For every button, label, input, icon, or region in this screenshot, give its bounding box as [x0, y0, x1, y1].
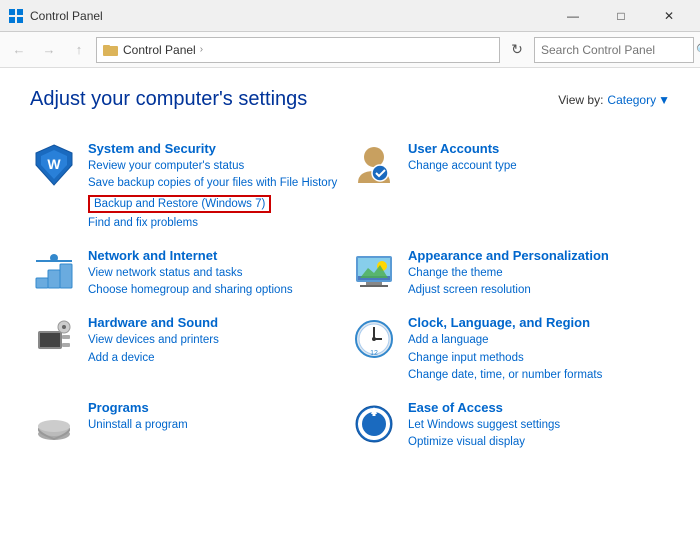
network-icon [30, 248, 78, 296]
backup-restore-link[interactable]: Backup and Restore (Windows 7) [88, 195, 271, 213]
category-clock: 12 Clock, Language, and Region Add a lan… [350, 309, 670, 394]
add-device-link[interactable]: Add a device [88, 350, 350, 367]
ease-access-title[interactable]: Ease of Access [408, 400, 670, 415]
path-segment: Control Panel [123, 43, 196, 57]
category-programs: Programs Uninstall a program [30, 394, 350, 462]
search-input[interactable] [541, 43, 696, 57]
appearance-content: Appearance and Personalization Change th… [408, 248, 670, 300]
ease-access-content: Ease of Access Let Windows suggest setti… [408, 400, 670, 452]
input-methods-link[interactable]: Change input methods [408, 350, 670, 367]
category-user-accounts: User Accounts Change account type [350, 135, 670, 242]
system-security-icon: W [30, 141, 78, 189]
clock-title[interactable]: Clock, Language, and Region [408, 315, 670, 330]
user-accounts-icon [350, 141, 398, 189]
category-hardware: Hardware and Sound View devices and prin… [30, 309, 350, 394]
clock-icon: 12 [350, 315, 398, 363]
file-history-link[interactable]: Save backup copies of your files with Fi… [88, 175, 350, 192]
change-theme-link[interactable]: Change the theme [408, 265, 670, 282]
viewby-value: Category [607, 93, 656, 107]
hardware-content: Hardware and Sound View devices and prin… [88, 315, 350, 367]
appearance-icon [350, 248, 398, 296]
svg-text:W: W [47, 156, 61, 172]
category-system-security: W System and Security Review your comput… [30, 135, 350, 242]
chevron-down-icon: ▼ [658, 93, 670, 107]
close-button[interactable]: ✕ [646, 0, 692, 32]
network-status-link[interactable]: View network status and tasks [88, 265, 350, 282]
page-header: Adjust your computer's settings View by:… [30, 88, 670, 111]
change-account-link[interactable]: Change account type [408, 158, 670, 175]
user-accounts-title[interactable]: User Accounts [408, 141, 670, 156]
homegroup-link[interactable]: Choose homegroup and sharing options [88, 282, 350, 299]
forward-button[interactable]: → [36, 37, 62, 63]
programs-content: Programs Uninstall a program [88, 400, 350, 434]
category-network: Network and Internet View network status… [30, 242, 350, 310]
search-box[interactable]: 🔍 [534, 37, 694, 63]
programs-title[interactable]: Programs [88, 400, 350, 415]
add-language-link[interactable]: Add a language [408, 332, 670, 349]
content-area: Adjust your computer's settings View by:… [0, 68, 700, 535]
network-content: Network and Internet View network status… [88, 248, 350, 300]
folder-icon [103, 42, 119, 58]
screen-resolution-link[interactable]: Adjust screen resolution [408, 282, 670, 299]
title-bar: Control Panel — □ ✕ [0, 0, 700, 32]
review-status-link[interactable]: Review your computer's status [88, 158, 350, 175]
maximize-button[interactable]: □ [598, 0, 644, 32]
categories-grid: W System and Security Review your comput… [30, 135, 670, 462]
refresh-button[interactable]: ↻ [504, 37, 530, 63]
uninstall-link[interactable]: Uninstall a program [88, 417, 350, 434]
back-button[interactable]: ← [6, 37, 32, 63]
windows-suggest-link[interactable]: Let Windows suggest settings [408, 417, 670, 434]
minimize-button[interactable]: — [550, 0, 596, 32]
window-controls: — □ ✕ [550, 0, 692, 32]
devices-printers-link[interactable]: View devices and printers [88, 332, 350, 349]
visual-display-link[interactable]: Optimize visual display [408, 434, 670, 451]
system-security-content: System and Security Review your computer… [88, 141, 350, 232]
hardware-title[interactable]: Hardware and Sound [88, 315, 350, 330]
category-ease-access: Ease of Access Let Windows suggest setti… [350, 394, 670, 462]
viewby-label: View by: [558, 93, 603, 107]
system-security-title[interactable]: System and Security [88, 141, 350, 156]
view-by: View by: Category ▼ [558, 93, 670, 107]
window-title: Control Panel [30, 9, 550, 23]
search-icon: 🔍 [696, 43, 700, 57]
path-chevron: › [200, 44, 203, 55]
fix-problems-link[interactable]: Find and fix problems [88, 215, 350, 232]
viewby-dropdown[interactable]: Category ▼ [607, 93, 670, 107]
network-title[interactable]: Network and Internet [88, 248, 350, 263]
clock-content: Clock, Language, and Region Add a langua… [408, 315, 670, 384]
ease-access-icon [350, 400, 398, 448]
hardware-icon [30, 315, 78, 363]
svg-text:12: 12 [370, 350, 378, 357]
category-appearance: Appearance and Personalization Change th… [350, 242, 670, 310]
user-accounts-content: User Accounts Change account type [408, 141, 670, 175]
date-time-link[interactable]: Change date, time, or number formats [408, 367, 670, 384]
up-button[interactable]: ↑ [66, 37, 92, 63]
programs-icon [30, 400, 78, 448]
address-path[interactable]: Control Panel › [96, 37, 500, 63]
app-icon [8, 8, 24, 24]
address-bar: ← → ↑ Control Panel › ↻ 🔍 [0, 32, 700, 68]
appearance-title[interactable]: Appearance and Personalization [408, 248, 670, 263]
page-title: Adjust your computer's settings [30, 88, 307, 111]
